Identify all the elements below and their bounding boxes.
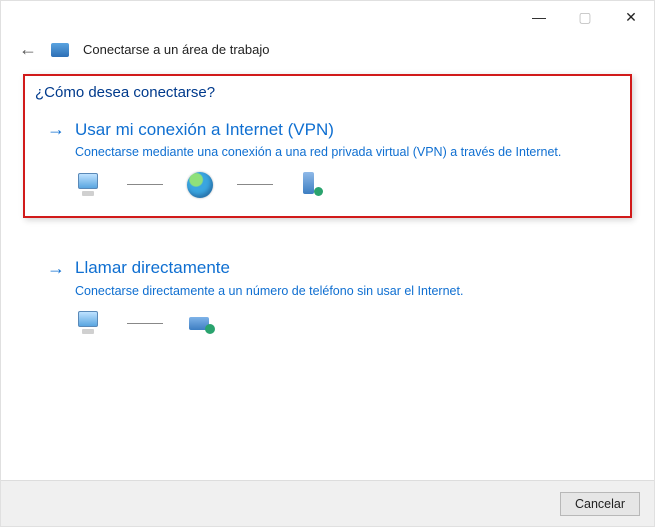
workplace-icon <box>51 43 69 57</box>
close-button[interactable]: ✕ <box>608 1 654 33</box>
vpn-icon-row <box>75 172 618 198</box>
arrow-right-icon: → <box>47 119 65 140</box>
question-heading: ¿Cómo desea conectarse? <box>35 84 620 101</box>
window-titlebar: — ▢ ✕ <box>1 1 654 33</box>
header: ← Conectarse a un área de trabajo <box>1 33 654 74</box>
page-title: Conectarse a un área de trabajo <box>83 42 269 57</box>
footer-bar: Cancelar <box>1 480 654 526</box>
modem-icon <box>187 310 215 336</box>
computer-icon <box>75 172 103 198</box>
highlighted-option-box: ¿Cómo desea conectarse? → Usar mi conexi… <box>23 74 632 218</box>
computer-icon <box>75 310 103 336</box>
option-vpn-desc: Conectarse mediante una conexión a una r… <box>75 144 618 162</box>
back-button[interactable]: ← <box>19 39 37 60</box>
cancel-button[interactable]: Cancelar <box>560 492 640 516</box>
minimize-button[interactable]: — <box>516 1 562 33</box>
dial-icon-row <box>75 310 618 336</box>
option-dial[interactable]: → Llamar directamente Conectarse directa… <box>35 258 620 345</box>
connector-line-icon <box>127 323 163 324</box>
connector-line-icon <box>237 184 273 185</box>
arrow-right-icon: → <box>47 258 65 279</box>
option-vpn-title: Usar mi conexión a Internet (VPN) <box>75 120 334 140</box>
option-dial-desc: Conectarse directamente a un número de t… <box>75 283 618 301</box>
maximize-button[interactable]: ▢ <box>562 1 608 33</box>
option-vpn[interactable]: → Usar mi conexión a Internet (VPN) Cone… <box>35 119 620 206</box>
globe-icon <box>187 172 213 198</box>
connector-line-icon <box>127 184 163 185</box>
server-icon <box>297 172 325 198</box>
option-dial-title: Llamar directamente <box>75 258 230 278</box>
